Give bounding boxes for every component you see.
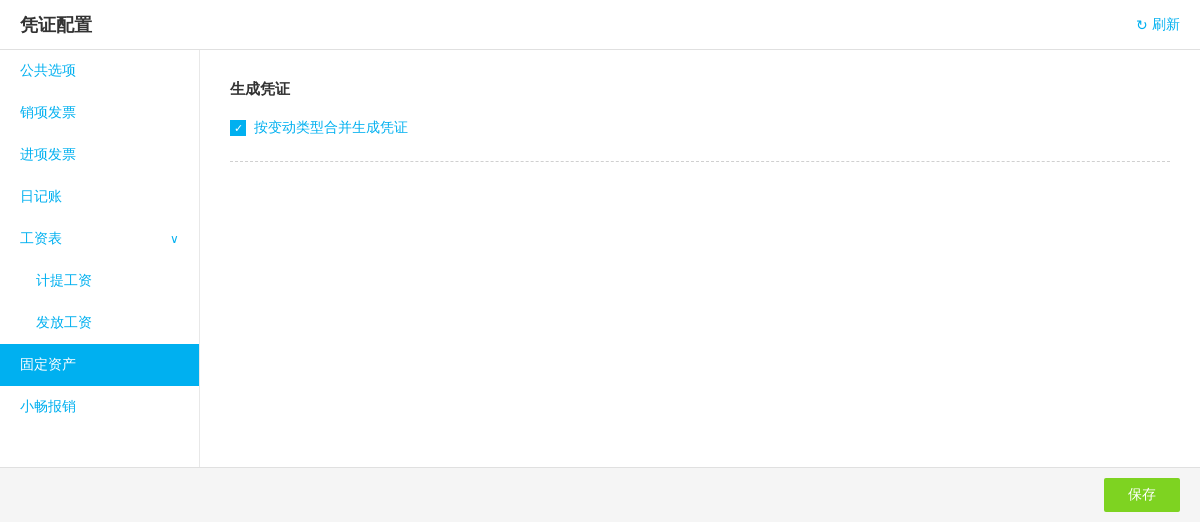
sidebar-item-sales-invoice[interactable]: 销项发票 (0, 92, 199, 134)
merge-type-checkbox[interactable]: ✓ (230, 120, 246, 136)
sidebar-item-public-options[interactable]: 公共选项 (0, 50, 199, 92)
sidebar-item-pay-wages[interactable]: 发放工资 (0, 302, 199, 344)
save-button[interactable]: 保存 (1104, 478, 1180, 512)
sidebar: 公共选项销项发票进项发票日记账工资表 ∨ 计提工资发放工资固定资产小畅报销 (0, 50, 200, 467)
sidebar-item-label: 公共选项 (20, 62, 76, 80)
chevron-down-icon: ∨ (170, 232, 179, 246)
refresh-icon: ↻ (1136, 17, 1148, 33)
page-title: 凭证配置 (20, 13, 92, 37)
page-footer: 保存 (0, 467, 1200, 522)
main-container: 公共选项销项发票进项发票日记账工资表 ∨ 计提工资发放工资固定资产小畅报销 生成凭证… (0, 50, 1200, 467)
sidebar-item-label: 固定资产 (20, 356, 76, 374)
check-icon: ✓ (234, 123, 243, 134)
sidebar-item-journal[interactable]: 日记账 (0, 176, 199, 218)
page-header: 凭证配置 ↻ 刷新 (0, 0, 1200, 50)
refresh-label: 刷新 (1152, 16, 1180, 34)
sidebar-item-fixed-assets[interactable]: 固定资产 (0, 344, 199, 386)
sidebar-item-label: 进项发票 (20, 146, 76, 164)
sidebar-item-label: 小畅报销 (20, 398, 76, 416)
sidebar-item-payroll-table[interactable]: 工资表 ∨ (0, 218, 199, 260)
sidebar-item-purchase-invoice[interactable]: 进项发票 (0, 134, 199, 176)
checkbox-label: 按变动类型合并生成凭证 (254, 119, 408, 137)
section-title: 生成凭证 (230, 80, 1170, 99)
checkbox-row: ✓ 按变动类型合并生成凭证 (230, 119, 1170, 137)
refresh-button[interactable]: ↻ 刷新 (1136, 16, 1180, 34)
sidebar-item-commission-wages[interactable]: 计提工资 (0, 260, 199, 302)
sidebar-item-petty-expense[interactable]: 小畅报销 (0, 386, 199, 428)
sidebar-item-label: 销项发票 (20, 104, 76, 122)
sidebar-item-label: 日记账 (20, 188, 62, 206)
content-area: 生成凭证 ✓ 按变动类型合并生成凭证 (200, 50, 1200, 467)
sidebar-item-label: 发放工资 (36, 314, 92, 332)
section-divider (230, 161, 1170, 162)
sidebar-item-label: 工资表 (20, 230, 62, 248)
sidebar-item-label: 计提工资 (36, 272, 92, 290)
